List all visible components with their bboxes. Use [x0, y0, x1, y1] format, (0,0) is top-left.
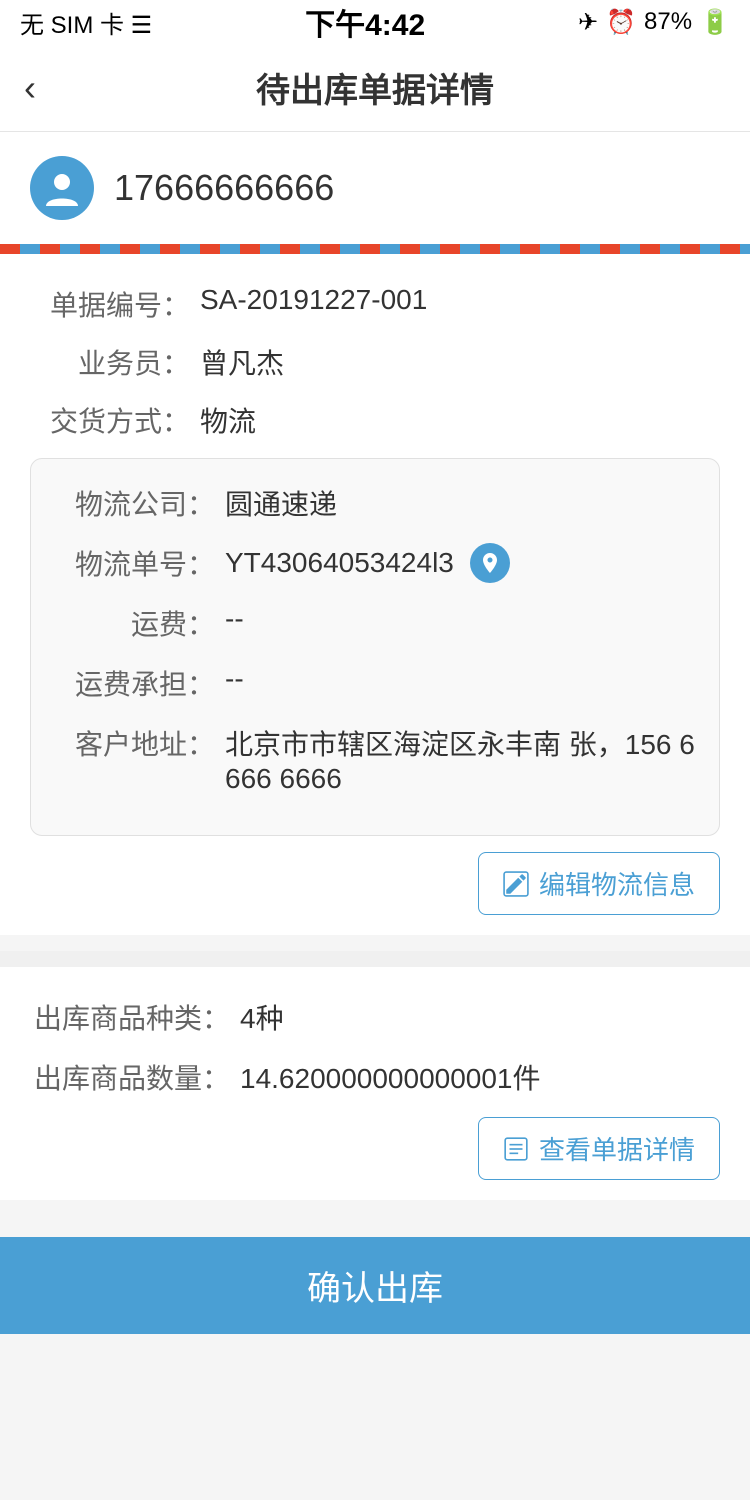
salesman-label: 业务员：: [30, 342, 190, 382]
edit-logistics-button[interactable]: 编辑物流信息: [478, 852, 720, 915]
logistics-tracking-label: 物流单号：: [55, 543, 215, 583]
outbound-quantity-value: 14.620000000000001件: [240, 1057, 541, 1097]
salesman-row: 业务员： 曾凡杰: [30, 342, 720, 382]
outbound-types-label: 出库商品种类：: [30, 997, 230, 1037]
order-no-label: 单据编号：: [30, 284, 190, 324]
logistics-freight-bearer-label: 运费承担：: [55, 663, 215, 703]
order-no-row: 单据编号： SA-20191227-001: [30, 284, 720, 324]
outbound-section: 出库商品种类： 4种 出库商品数量： 14.620000000000001件 查…: [0, 967, 750, 1200]
confirm-btn-label: 确认出库: [307, 1261, 443, 1310]
user-section: 17666666666: [0, 132, 750, 244]
outbound-types-value: 4种: [240, 997, 284, 1037]
alarm-indicator: ⏰: [606, 8, 636, 37]
edit-btn-container: 编辑物流信息: [30, 852, 720, 915]
logistics-address-label: 客户地址：: [55, 723, 215, 763]
logistics-tracking-value: YT43064053424l3: [225, 543, 695, 583]
order-no-value: SA-20191227-001: [200, 284, 720, 316]
user-phone: 17666666666: [114, 167, 334, 209]
logistics-company-row: 物流公司： 圆通速递: [55, 483, 695, 523]
tracking-location-button[interactable]: [470, 543, 510, 583]
delivery-value: 物流: [200, 400, 720, 440]
section-divider: [0, 951, 750, 967]
delivery-row: 交货方式： 物流: [30, 400, 720, 440]
delivery-label: 交货方式：: [30, 400, 190, 440]
logistics-tracking-row: 物流单号： YT43064053424l3: [55, 543, 695, 583]
status-bar: 无 SIM 卡 ☰ 下午4:42 ✈ ⏰ 87% 🔋: [0, 0, 750, 44]
logistics-freight-row: 运费： --: [55, 603, 695, 643]
logistics-freight-label: 运费：: [55, 603, 215, 643]
view-detail-label: 查看单据详情: [539, 1130, 695, 1167]
logistics-freight-bearer-row: 运费承担： --: [55, 663, 695, 703]
status-left: 无 SIM 卡 ☰: [20, 5, 152, 40]
edit-logistics-label: 编辑物流信息: [539, 865, 695, 902]
nav-bar: ‹ 待出库单据详情: [0, 44, 750, 132]
logistics-address-row: 客户地址： 北京市市辖区海淀区永丰南 张，156 6666 6666: [55, 723, 695, 795]
logistics-address-value: 北京市市辖区海淀区永丰南 张，156 6666 6666: [225, 723, 695, 795]
sim-status: 无 SIM 卡 ☰: [20, 5, 152, 40]
logistics-company-value: 圆通速递: [225, 483, 695, 523]
logistics-card: 物流公司： 圆通速递 物流单号： YT43064053424l3 运费： --: [30, 458, 720, 836]
dashed-separator: [0, 244, 750, 254]
location-indicator: ✈: [578, 8, 598, 37]
order-info-section: 单据编号： SA-20191227-001 业务员： 曾凡杰 交货方式： 物流 …: [0, 254, 750, 935]
battery-level: 87%: [644, 8, 692, 36]
view-btn-container: 查看单据详情: [30, 1117, 720, 1180]
confirm-btn-container[interactable]: 确认出库: [0, 1237, 750, 1334]
back-button[interactable]: ‹: [24, 67, 36, 109]
view-detail-button[interactable]: 查看单据详情: [478, 1117, 720, 1180]
outbound-quantity-label: 出库商品数量：: [30, 1057, 230, 1097]
outbound-quantity-row: 出库商品数量： 14.620000000000001件: [30, 1057, 720, 1097]
avatar: [30, 156, 94, 220]
logistics-freight-bearer-value: --: [225, 663, 695, 695]
page-title: 待出库单据详情: [256, 63, 494, 112]
outbound-types-row: 出库商品种类： 4种: [30, 997, 720, 1037]
battery-icon: 🔋: [700, 8, 730, 37]
tracking-no-text: YT43064053424l3: [225, 547, 454, 579]
salesman-value: 曾凡杰: [200, 342, 720, 382]
status-time: 下午4:42: [305, 0, 425, 44]
logistics-freight-value: --: [225, 603, 695, 635]
logistics-company-label: 物流公司：: [55, 483, 215, 523]
status-right: ✈ ⏰ 87% 🔋: [578, 8, 730, 37]
